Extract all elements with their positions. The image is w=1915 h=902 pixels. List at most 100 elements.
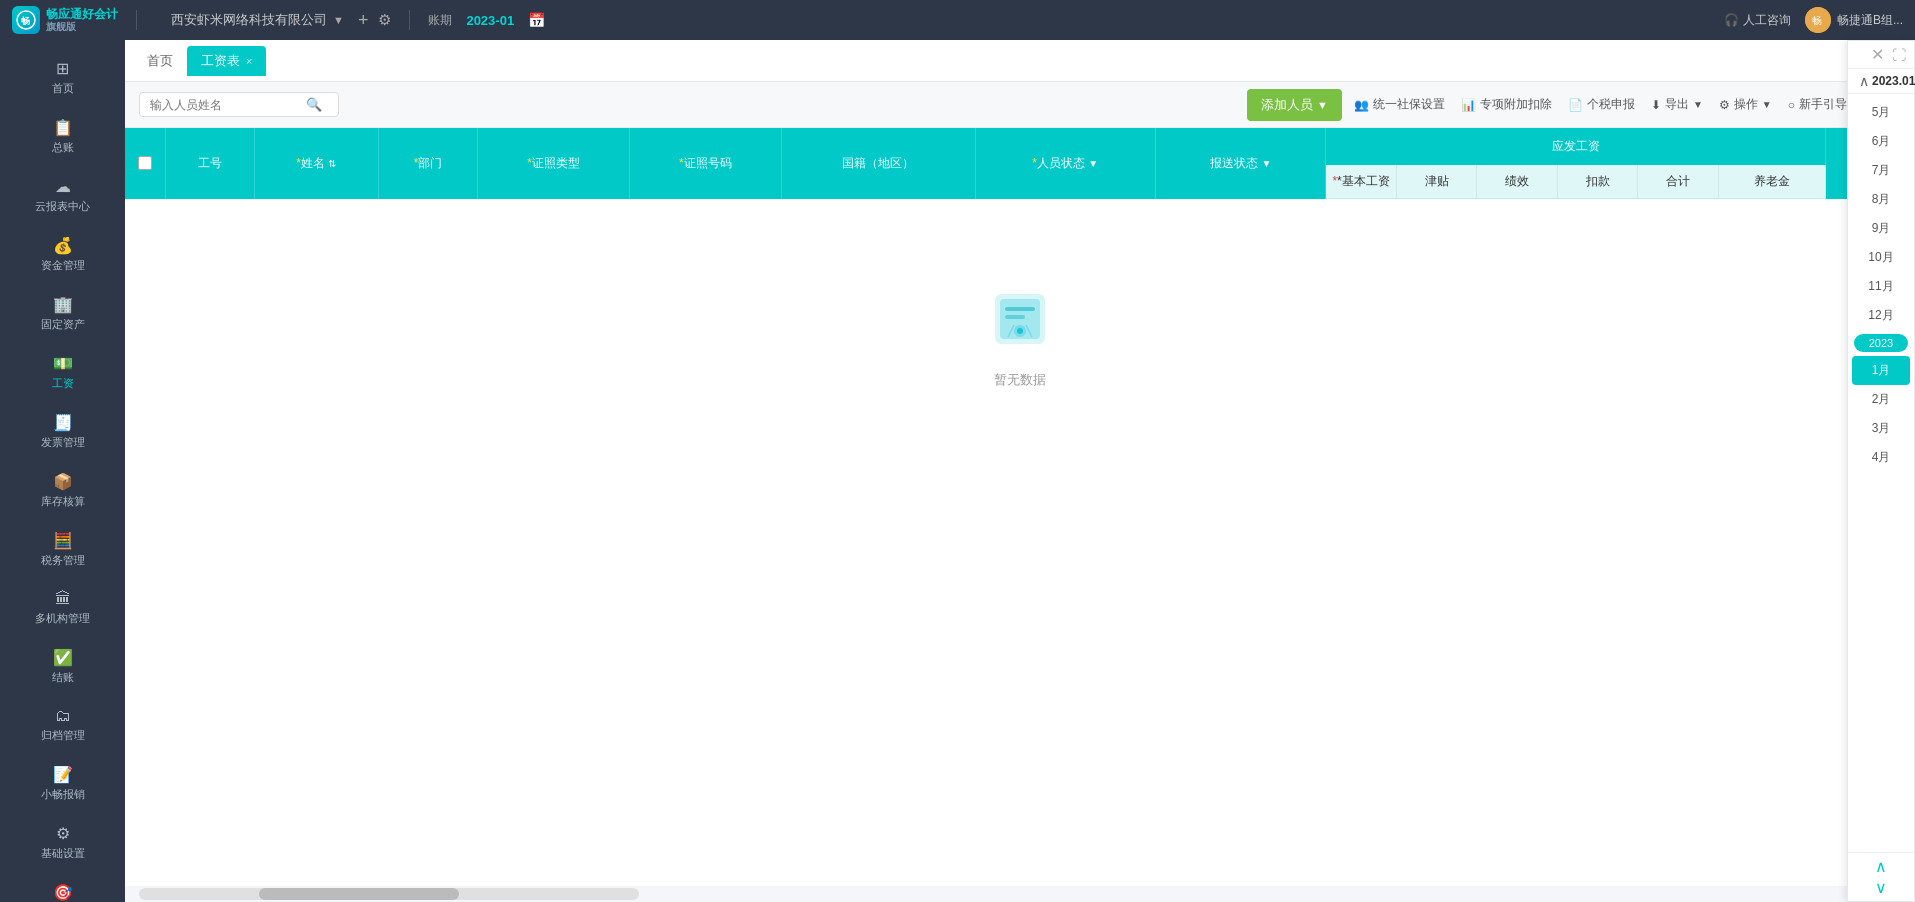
month-4-2023[interactable]: 4月 [1848,443,1914,472]
month-9-2022[interactable]: 9月 [1848,214,1914,243]
panel-close-button[interactable]: ✕ [1871,45,1884,64]
month-list: 5月 6月 7月 8月 9月 10月 11月 12月 2023 1月 2月 3月… [1848,94,1914,852]
sidebar-item-invoice[interactable]: 🧾 发票管理 [6,403,119,460]
month-10-2022[interactable]: 10月 [1848,243,1914,272]
sidebar-item-basic-settings[interactable]: ⚙ 基础设置 [6,814,119,871]
add-person-arrow-icon: ▼ [1317,99,1328,111]
app-edition: 旗舰版 [46,21,118,33]
calendar-icon[interactable]: 📅 [528,12,545,28]
sidebar-item-close-books[interactable]: ✅ 结账 [6,638,119,695]
sidebar-item-inventory[interactable]: 📦 库存核算 [6,462,119,519]
col-id-no: *证照号码 [630,128,782,199]
svg-point-9 [1017,328,1023,334]
month-2-2023[interactable]: 2月 [1848,385,1914,414]
tab-salary[interactable]: 工资表 × [187,46,266,76]
special-deduction-button[interactable]: 📊 专项附加扣除 [1461,96,1552,113]
support-button[interactable]: 🎧 人工咨询 [1724,12,1791,29]
tax-report-button[interactable]: 📄 个税申报 [1568,96,1635,113]
sidebar-item-fixed-assets[interactable]: 🏢 固定资产 [6,285,119,342]
scroll-up-button[interactable]: ∧ [1872,857,1890,876]
chevron-down-icon[interactable]: ▼ [333,14,344,26]
tab-home[interactable]: 首页 [139,46,181,76]
app-name: 畅应通好会计 [46,7,118,21]
cloud-icon: ☁ [55,177,71,196]
sidebar-label-home: 首页 [52,81,74,96]
user-area: 畅 畅捷通B组... [1805,7,1903,33]
empty-text: 暂无数据 [994,371,1046,389]
sidebar-item-archive[interactable]: 🗂 归档管理 [6,697,119,753]
sidebar-item-expense[interactable]: 📝 小畅报销 [6,755,119,812]
month-11-2022[interactable]: 11月 [1848,272,1914,301]
col-id-type: *证照类型 [478,128,630,199]
sidebar-label-funds: 资金管理 [41,258,85,273]
month-3-2023[interactable]: 3月 [1848,414,1914,443]
prev-year-button[interactable]: ∧ [1856,73,1872,89]
inventory-icon: 📦 [53,472,73,491]
salary-table: 工号 *姓名 ⇅ *部门 *证照类型 [125,128,1915,469]
period-label: 账期 [428,12,452,29]
col-salary-group: 应发工资 [1326,128,1825,165]
export-button[interactable]: ⬇ 导出 ▼ [1651,96,1703,113]
horizontal-scrollbar[interactable] [139,888,639,900]
col-total: 合计 [1638,165,1719,199]
add-person-button[interactable]: 添加人员 ▼ [1247,89,1342,121]
sort-name-icon[interactable]: ⇅ [328,158,336,169]
scroll-down-button[interactable]: ∨ [1872,878,1890,897]
operations-button[interactable]: ⚙ 操作 ▼ [1719,96,1772,113]
col-dept: *部门 [378,128,477,199]
month-7-2022[interactable]: 7月 [1848,156,1914,185]
home-icon: ⊞ [56,59,69,78]
year-label-display: 2023.01 [1872,74,1915,88]
filter-status-icon[interactable]: ▼ [1088,158,1098,169]
month-12-2022[interactable]: 12月 [1848,301,1914,330]
col-deduction: 扣款 [1557,165,1638,199]
col-report-status: 报送状态 ▼ [1156,128,1326,199]
month-5-2022[interactable]: 5月 [1848,98,1914,127]
content-area: 首页 工资表 × 🔍 添加人员 ▼ 👥 [125,40,1915,902]
sidebar-item-ledger[interactable]: 📋 总账 [6,108,119,165]
deduction-icon: 📊 [1461,98,1476,112]
sidebar-item-guide[interactable]: 🎯 新手引导 [6,873,119,902]
sidebar-item-home[interactable]: ⊞ 首页 [6,49,119,106]
sidebar-label-ledger: 总账 [52,140,74,155]
sidebar-item-funds[interactable]: 💰 资金管理 [6,226,119,283]
add-company-button[interactable]: + [358,10,369,31]
month-8-2022[interactable]: 8月 [1848,185,1914,214]
sidebar-item-cloud-report[interactable]: ☁ 云报表中心 [6,167,119,224]
social-insurance-button[interactable]: 👥 统一社保设置 [1354,96,1445,113]
sidebar-label-org: 多机构管理 [35,611,90,626]
sidebar-item-tax[interactable]: 🧮 税务管理 [6,521,119,578]
search-input[interactable] [150,98,300,112]
toolbar: 🔍 添加人员 ▼ 👥 统一社保设置 📊 专项附加扣除 [125,82,1915,128]
sidebar-item-salary[interactable]: 💵 工资 [6,344,119,401]
logo-icon: 畅 [12,6,40,34]
app-logo: 畅 畅应通好会计 旗舰版 [12,6,118,34]
panel-maximize-button[interactable]: ⛶ [1892,47,1906,63]
operations-label: 操作 [1734,96,1758,113]
sidebar-label-inventory: 库存核算 [41,494,85,509]
month-1-2023[interactable]: 1月 [1852,356,1910,385]
sidebar-label-settings: 基础设置 [41,846,85,861]
org-icon: 🏛 [55,590,71,608]
company-selector[interactable]: 西安虾米网络科技有限公司 ▼ [171,11,344,29]
settings-icon: ⚙ [56,824,70,843]
export-label: 导出 [1665,96,1689,113]
sidebar-label-cloud: 云报表中心 [35,199,90,214]
scrollbar-thumb[interactable] [259,888,459,900]
filter-report-icon[interactable]: ▼ [1261,158,1271,169]
company-name: 西安虾米网络科技有限公司 [171,11,327,29]
col-nationality: 国籍（地区） [781,128,975,199]
tab-close-icon[interactable]: × [246,55,252,67]
toolbar-actions: 👥 统一社保设置 📊 专项附加扣除 📄 个税申报 ⬇ 导出 ▼ [1354,96,1901,113]
select-all-checkbox[interactable] [138,156,152,170]
settings-button[interactable]: ⚙ [378,11,391,29]
month-6-2022[interactable]: 6月 [1848,127,1914,156]
social-icon: 👥 [1354,98,1369,112]
sidebar: ⊞ 首页 📋 总账 ☁ 云报表中心 💰 资金管理 🏢 固定资产 💵 工资 [0,40,125,902]
guide-button[interactable]: ○ 新手引导 [1788,96,1847,113]
panel-bottom-nav: ∧ ∨ [1848,852,1914,901]
col-status: *人员状态 ▼ [975,128,1156,199]
scrollbar-area [125,886,1915,902]
avatar: 畅 [1805,7,1831,33]
sidebar-item-multi-org[interactable]: 🏛 多机构管理 [6,580,119,636]
